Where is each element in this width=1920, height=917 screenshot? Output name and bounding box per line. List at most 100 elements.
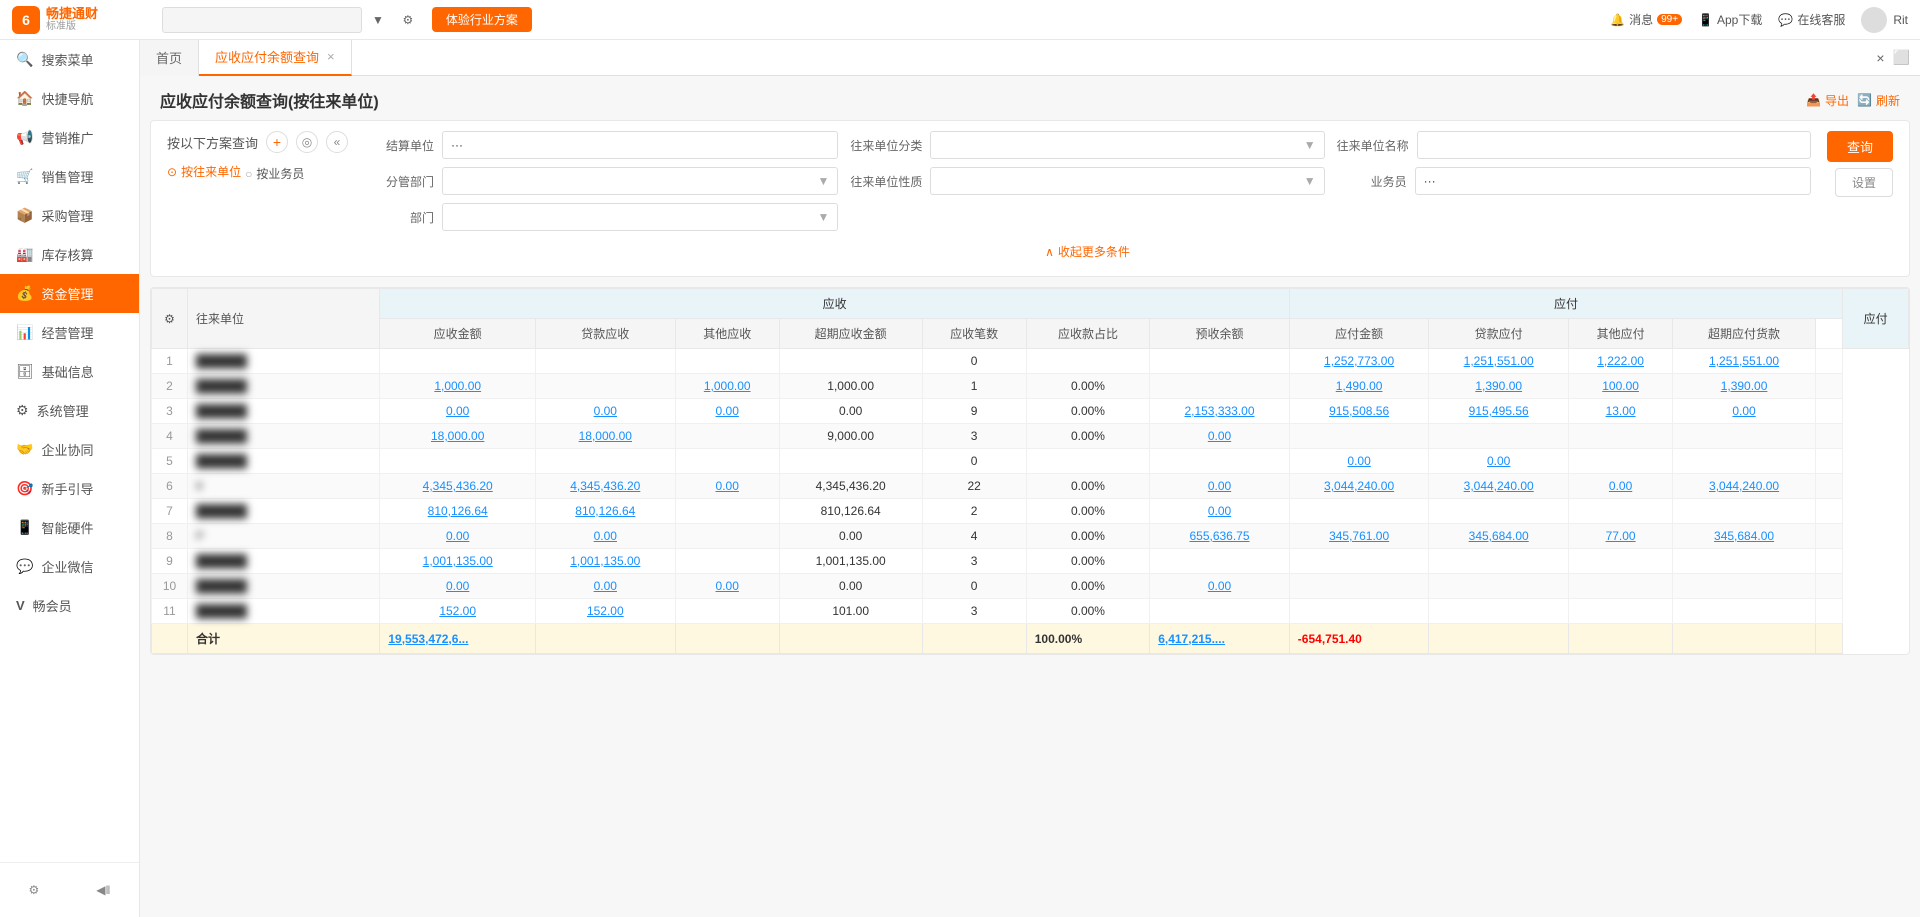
row-ar-prepaid-11[interactable] — [1150, 599, 1290, 624]
tab-ar-balance[interactable]: 应收应付余额查询 × — [199, 40, 352, 76]
row-ap-amount-10[interactable] — [1289, 574, 1429, 599]
sidebar-collapse-btn[interactable]: ◀‖ — [80, 875, 126, 905]
row-ap-amount-3[interactable]: 915,508.56 — [1289, 399, 1429, 424]
row-ap-other-3[interactable]: 13.00 — [1568, 399, 1672, 424]
row-ar-other-9[interactable] — [675, 549, 779, 574]
sidebar-item-purchase[interactable]: 📦 采购管理 — [0, 196, 139, 235]
row-ap-overdue-3[interactable]: 0.00 — [1673, 399, 1816, 424]
online-service-btn[interactable]: 💬 在线客服 — [1778, 11, 1845, 28]
industry-btn[interactable]: 体验行业方案 — [432, 7, 532, 32]
filter-more-btn[interactable]: ∧ 收起更多条件 — [364, 237, 1811, 266]
nav-dropdown-btn[interactable]: ▼ — [372, 13, 384, 27]
row-ar-other-7[interactable] — [675, 499, 779, 524]
table-settings-col[interactable]: ⚙ — [152, 289, 188, 349]
row-ap-other-2[interactable]: 100.00 — [1568, 374, 1672, 399]
row-ap-loan-6[interactable]: 3,044,240.00 — [1429, 474, 1569, 499]
row-ar-other-6[interactable]: 0.00 — [675, 474, 779, 499]
row-ar-prepaid-1[interactable] — [1150, 349, 1290, 374]
sidebar-item-basic-info[interactable]: 🗄 基础信息 — [0, 352, 139, 391]
row-ap-overdue-6[interactable]: 3,044,240.00 — [1673, 474, 1816, 499]
row-ap-loan-9[interactable] — [1429, 549, 1569, 574]
nav-settings-icon[interactable]: ⚙ — [394, 6, 422, 34]
row-ap-other-11[interactable] — [1568, 599, 1672, 624]
row-ap-amount-1[interactable]: 1,252,773.00 — [1289, 349, 1429, 374]
filter-add-btn[interactable]: + — [266, 131, 288, 153]
window-close-btn[interactable]: × — [1876, 50, 1884, 66]
row-ar-other-8[interactable] — [675, 524, 779, 549]
sidebar-item-chang-member[interactable]: V 畅会员 — [0, 586, 139, 625]
refresh-btn[interactable]: 🔄 刷新 — [1857, 92, 1900, 109]
row-ap-loan-8[interactable]: 345,684.00 — [1429, 524, 1569, 549]
row-ap-overdue-1[interactable]: 1,251,551.00 — [1673, 349, 1816, 374]
partner-category-input[interactable]: ▼ — [930, 131, 1324, 159]
row-ap-overdue-4[interactable] — [1673, 424, 1816, 449]
sidebar-item-enterprise-coop[interactable]: 🤝 企业协同 — [0, 430, 139, 469]
row-ar-loan-5[interactable] — [536, 449, 676, 474]
row-ar-loan-3[interactable]: 0.00 — [536, 399, 676, 424]
row-ar-other-3[interactable]: 0.00 — [675, 399, 779, 424]
row-ar-prepaid-9[interactable] — [1150, 549, 1290, 574]
sidebar-item-sales[interactable]: 🛒 销售管理 — [0, 157, 139, 196]
row-ar-amount-11[interactable]: 152.00 — [380, 599, 536, 624]
sidebar-item-system[interactable]: ⚙ 系统管理 — [0, 391, 139, 430]
row-ar-amount-1[interactable] — [380, 349, 536, 374]
row-ap-amount-8[interactable]: 345,761.00 — [1289, 524, 1429, 549]
row-ar-prepaid-7[interactable]: 0.00 — [1150, 499, 1290, 524]
nav-search-input[interactable] — [162, 7, 362, 33]
row-ap-overdue-8[interactable]: 345,684.00 — [1673, 524, 1816, 549]
row-ar-amount-4[interactable]: 18,000.00 — [380, 424, 536, 449]
row-ar-amount-3[interactable]: 0.00 — [380, 399, 536, 424]
row-ar-prepaid-5[interactable] — [1150, 449, 1290, 474]
sidebar-item-search-menu[interactable]: 🔍 搜索菜单 — [0, 40, 139, 79]
row-ar-loan-2[interactable] — [536, 374, 676, 399]
sidebar-item-enterprise-wechat[interactable]: 💬 企业微信 — [0, 547, 139, 586]
window-maximize-btn[interactable]: ⬜ — [1893, 49, 1910, 66]
row-ap-overdue-7[interactable] — [1673, 499, 1816, 524]
row-ar-loan-1[interactable] — [536, 349, 676, 374]
settlement-unit-input[interactable]: ··· — [442, 131, 838, 159]
row-ar-other-5[interactable] — [675, 449, 779, 474]
row-ap-amount-5[interactable]: 0.00 — [1289, 449, 1429, 474]
sidebar-settings-btn[interactable]: ⚙ — [13, 875, 56, 905]
row-ar-amount-10[interactable]: 0.00 — [380, 574, 536, 599]
row-ap-other-7[interactable] — [1568, 499, 1672, 524]
scheme-by-partner[interactable]: 按往来单位 — [181, 163, 241, 180]
row-ar-other-2[interactable]: 1,000.00 — [675, 374, 779, 399]
sidebar-item-quick-nav[interactable]: 🏠 快捷导航 — [0, 79, 139, 118]
tab-close-btn[interactable]: × — [327, 49, 335, 64]
row-ar-amount-6[interactable]: 4,345,436.20 — [380, 474, 536, 499]
row-ar-loan-4[interactable]: 18,000.00 — [536, 424, 676, 449]
row-ar-other-11[interactable] — [675, 599, 779, 624]
row-ap-loan-7[interactable] — [1429, 499, 1569, 524]
footer-ar-amount[interactable]: 19,553,472,6... — [380, 624, 536, 654]
row-ar-prepaid-6[interactable]: 0.00 — [1150, 474, 1290, 499]
row-ap-overdue-2[interactable]: 1,390.00 — [1673, 374, 1816, 399]
row-ap-amount-2[interactable]: 1,490.00 — [1289, 374, 1429, 399]
row-ar-amount-9[interactable]: 1,001,135.00 — [380, 549, 536, 574]
salesperson-input[interactable]: ··· — [1415, 167, 1811, 195]
row-ap-loan-1[interactable]: 1,251,551.00 — [1429, 349, 1569, 374]
row-ar-other-4[interactable] — [675, 424, 779, 449]
row-ar-loan-6[interactable]: 4,345,436.20 — [536, 474, 676, 499]
row-ar-loan-9[interactable]: 1,001,135.00 — [536, 549, 676, 574]
row-ar-other-1[interactable] — [675, 349, 779, 374]
row-ap-other-4[interactable] — [1568, 424, 1672, 449]
export-btn[interactable]: 📤 导出 — [1806, 92, 1849, 109]
row-ar-loan-7[interactable]: 810,126.64 — [536, 499, 676, 524]
dept2-input[interactable]: ▼ — [442, 203, 838, 231]
row-ap-other-1[interactable]: 1,222.00 — [1568, 349, 1672, 374]
scheme-by-salesperson[interactable]: 按业务员 — [256, 165, 304, 182]
row-ap-loan-3[interactable]: 915,495.56 — [1429, 399, 1569, 424]
row-ap-other-9[interactable] — [1568, 549, 1672, 574]
row-ap-loan-2[interactable]: 1,390.00 — [1429, 374, 1569, 399]
row-ar-amount-7[interactable]: 810,126.64 — [380, 499, 536, 524]
row-ap-other-6[interactable]: 0.00 — [1568, 474, 1672, 499]
partner-nature-input[interactable]: ▼ — [930, 167, 1324, 195]
row-ar-amount-5[interactable] — [380, 449, 536, 474]
row-ar-other-10[interactable]: 0.00 — [675, 574, 779, 599]
sidebar-item-operations[interactable]: 📊 经营管理 — [0, 313, 139, 352]
messages-btn[interactable]: 🔔 消息 99+ — [1610, 11, 1682, 28]
row-ap-loan-11[interactable] — [1429, 599, 1569, 624]
sidebar-item-smart-hardware[interactable]: 📱 智能硬件 — [0, 508, 139, 547]
row-ap-overdue-9[interactable] — [1673, 549, 1816, 574]
